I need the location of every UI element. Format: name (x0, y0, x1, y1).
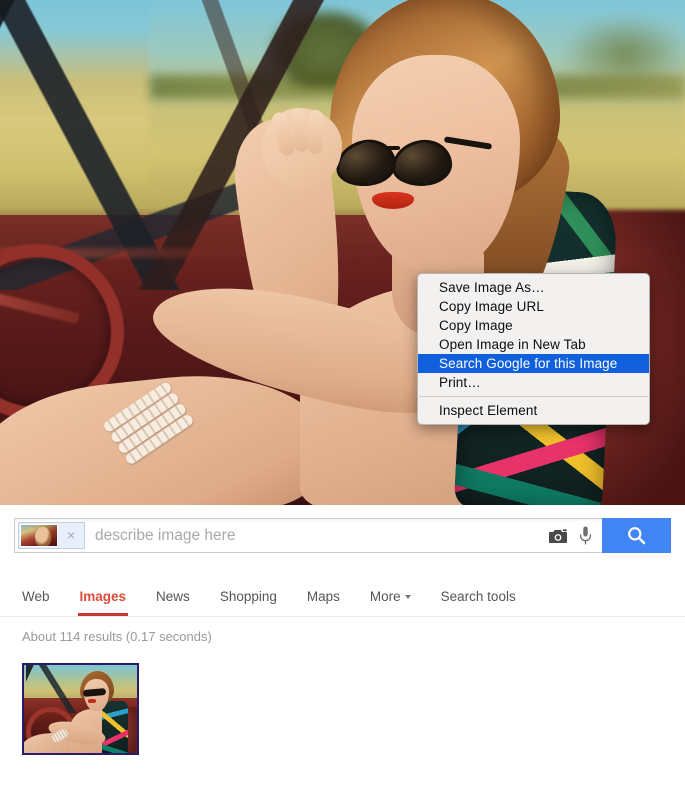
context-menu-item-open-image-in-new-tab[interactable]: Open Image in New Tab (418, 335, 649, 354)
image-context-menu[interactable]: Save Image As… Copy Image URL Copy Image… (417, 273, 650, 425)
context-menu-item-inspect-element[interactable]: Inspect Element (418, 401, 649, 420)
image-viewport: Save Image As… Copy Image URL Copy Image… (0, 0, 685, 505)
image-query-chip: × (18, 522, 85, 549)
photo-tree-right (560, 14, 685, 86)
tab-web[interactable]: Web (22, 575, 50, 616)
result-thumbnail-photo (24, 665, 137, 753)
tab-search-tools[interactable]: Search tools (441, 575, 516, 616)
tab-images[interactable]: Images (77, 575, 128, 616)
search-input[interactable] (85, 519, 544, 552)
browser-page: Save Image As… Copy Image URL Copy Image… (0, 0, 685, 800)
full-size-photograph[interactable] (0, 0, 685, 505)
tab-news[interactable]: News (156, 575, 190, 616)
photo-sunglasses-bridge (386, 146, 400, 150)
search-button[interactable] (602, 518, 671, 553)
chevron-down-icon (404, 595, 411, 600)
tab-more[interactable]: More (370, 575, 411, 616)
result-thumbnail[interactable] (22, 663, 139, 755)
search-vertical-tabs: Web Images News Shopping Maps More Searc… (0, 575, 685, 617)
thumb-model-lips (88, 699, 96, 703)
camera-icon[interactable] (544, 519, 572, 552)
context-menu-item-copy-image[interactable]: Copy Image (418, 316, 649, 335)
search-bar: × (14, 518, 671, 553)
tab-shopping[interactable]: Shopping (220, 575, 277, 616)
tab-more-label: More (369, 589, 401, 604)
context-menu-item-print[interactable]: Print… (418, 373, 649, 392)
query-image-thumbnail (20, 524, 58, 547)
thumb-floral-scarf (102, 701, 128, 753)
result-stats: About 114 results (0.17 seconds) (22, 629, 212, 644)
context-menu-item-search-google-for-this-image[interactable]: Search Google for this Image (418, 354, 649, 373)
tab-maps[interactable]: Maps (307, 575, 340, 616)
context-menu-separator (419, 396, 648, 397)
thumb-door-pillar (26, 665, 78, 713)
context-menu-item-save-image-as[interactable]: Save Image As… (418, 278, 649, 297)
context-menu-item-copy-image-url[interactable]: Copy Image URL (418, 297, 649, 316)
microphone-icon[interactable] (572, 519, 598, 552)
search-results-page: × describe image here Web Images News Sh… (0, 505, 685, 800)
remove-image-query-button[interactable]: × (58, 523, 84, 548)
photo-model-finger (307, 109, 324, 155)
